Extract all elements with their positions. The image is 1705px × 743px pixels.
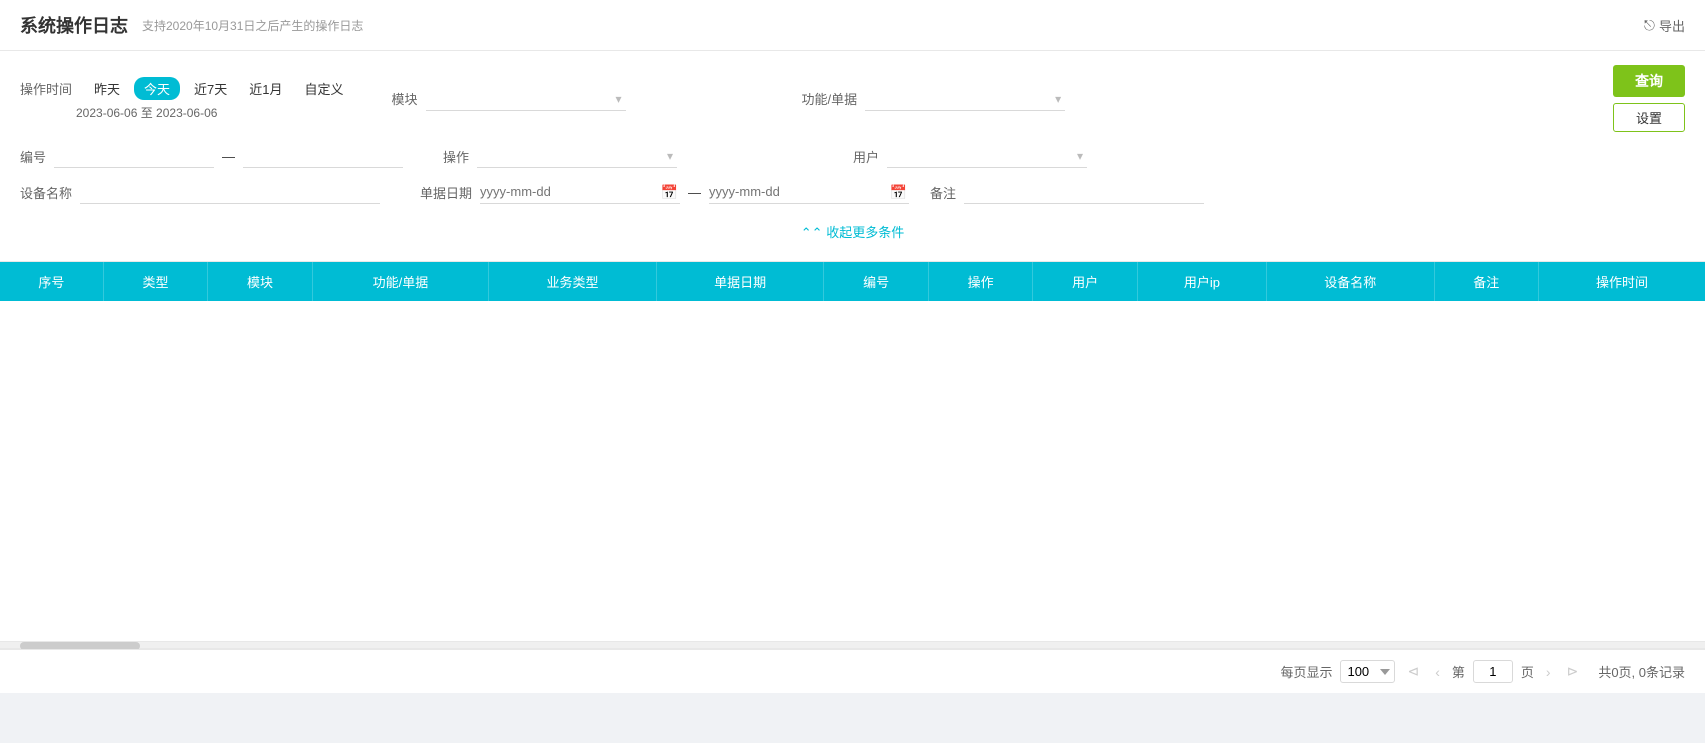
filter-device: 设备名称 bbox=[20, 180, 380, 204]
data-table: 序号 类型 模块 功能/单据 业务类型 单据日期 编号 操作 用户 用户ip 设… bbox=[0, 262, 1705, 301]
page-num-label: 第 bbox=[1452, 662, 1465, 681]
col-doc-date: 单据日期 bbox=[656, 262, 824, 301]
horizontal-scrollbar[interactable] bbox=[0, 641, 1705, 649]
function-label: 功能/单据 bbox=[802, 89, 858, 108]
function-select-wrap: ▾ bbox=[865, 87, 1065, 111]
operation-label: 操作 bbox=[443, 147, 469, 166]
table-header-row: 序号 类型 模块 功能/单据 业务类型 单据日期 编号 操作 用户 用户ip 设… bbox=[0, 262, 1705, 301]
filter-remark: 备注 bbox=[930, 180, 1310, 204]
operation-select[interactable] bbox=[477, 144, 677, 168]
query-button[interactable]: 查询 bbox=[1613, 65, 1685, 97]
table-container: 序号 类型 模块 功能/单据 业务类型 单据日期 编号 操作 用户 用户ip 设… bbox=[0, 262, 1705, 641]
filter-operation: 操作 ▾ bbox=[443, 144, 823, 168]
date-to-wrap: 📅 bbox=[709, 180, 909, 204]
action-buttons: 查询 设置 bbox=[1613, 65, 1685, 132]
col-device: 设备名称 bbox=[1266, 262, 1434, 301]
pagination-bar: 每页显示 100 10 20 50 200 ⊲ ‹ 第 页 › ⊳ 共0页, 0… bbox=[0, 649, 1705, 693]
export-icon: ⎋ bbox=[1644, 17, 1655, 34]
device-input[interactable] bbox=[80, 180, 380, 204]
operation-select-wrap: ▾ bbox=[477, 144, 677, 168]
collapse-button[interactable]: ⌃⌃ 收起更多条件 bbox=[801, 222, 904, 241]
per-page-select[interactable]: 100 10 20 50 200 bbox=[1340, 660, 1395, 683]
page-number-input[interactable] bbox=[1473, 660, 1513, 683]
settings-button[interactable]: 设置 bbox=[1613, 103, 1685, 132]
col-function: 功能/单据 bbox=[312, 262, 488, 301]
col-user-ip: 用户ip bbox=[1137, 262, 1266, 301]
filter-module: 模块 ▾ bbox=[392, 87, 772, 111]
filter-number: 编号 — bbox=[20, 144, 403, 168]
doc-date-label: 单据日期 bbox=[420, 183, 472, 202]
filter-row-2: 编号 — 操作 ▾ 用户 ▾ bbox=[20, 144, 1685, 168]
number-label: 编号 bbox=[20, 147, 46, 166]
filter-row-3: 设备名称 单据日期 📅 — 📅 备注 bbox=[20, 180, 1685, 204]
filter-function: 功能/单据 ▾ bbox=[802, 87, 1182, 111]
date-from-input[interactable] bbox=[480, 180, 680, 204]
time-btn-today[interactable]: 今天 bbox=[134, 77, 180, 100]
device-label: 设备名称 bbox=[20, 183, 72, 202]
col-type: 类型 bbox=[103, 262, 207, 301]
collapse-label: 收起更多条件 bbox=[826, 225, 904, 240]
module-select-wrap: ▾ bbox=[426, 87, 626, 111]
next-page-button[interactable]: › bbox=[1542, 662, 1555, 682]
first-page-button[interactable]: ⊲ bbox=[1403, 661, 1423, 682]
time-btn-custom[interactable]: 自定义 bbox=[297, 77, 352, 100]
time-range: 2023-06-06 至 2023-06-06 bbox=[76, 104, 217, 121]
time-btn-7days[interactable]: 近7天 bbox=[186, 77, 235, 100]
prev-page-button[interactable]: ‹ bbox=[1431, 662, 1444, 682]
page-subtitle: 支持2020年10月31日之后产生的操作日志 bbox=[142, 17, 363, 34]
per-page-label: 每页显示 bbox=[1280, 662, 1332, 681]
date-to-input[interactable] bbox=[709, 180, 909, 204]
page-suffix: 页 bbox=[1521, 662, 1534, 681]
col-op-time: 操作时间 bbox=[1539, 262, 1705, 301]
collapse-bar: ⌃⌃ 收起更多条件 bbox=[20, 216, 1685, 251]
function-select[interactable] bbox=[865, 87, 1065, 111]
export-button[interactable]: ⎋ 导出 bbox=[1644, 16, 1685, 35]
date-from-wrap: 📅 bbox=[480, 180, 680, 204]
remark-input[interactable] bbox=[964, 180, 1204, 204]
col-seq: 序号 bbox=[0, 262, 103, 301]
collapse-up-icon: ⌃⌃ bbox=[801, 225, 826, 240]
date-sep: — bbox=[688, 185, 701, 200]
table-header: 序号 类型 模块 功能/单据 业务类型 单据日期 编号 操作 用户 用户ip 设… bbox=[0, 262, 1705, 301]
filter-user: 用户 ▾ bbox=[853, 144, 1233, 168]
user-select-wrap: ▾ bbox=[887, 144, 1087, 168]
total-label: 共0页, 0条记录 bbox=[1598, 662, 1685, 681]
time-label: 操作时间 bbox=[20, 79, 72, 98]
user-label: 用户 bbox=[853, 147, 879, 166]
page-title: 系统操作日志 bbox=[20, 12, 128, 38]
last-page-button[interactable]: ⊳ bbox=[1563, 661, 1583, 682]
filter-row-1: 操作时间 昨天 今天 近7天 近1月 自定义 2023-06-06 至 2023… bbox=[20, 65, 1685, 132]
time-btn-yesterday[interactable]: 昨天 bbox=[86, 77, 128, 100]
number-from-input[interactable] bbox=[54, 144, 214, 168]
module-label: 模块 bbox=[392, 89, 418, 108]
page-header: 系统操作日志 支持2020年10月31日之后产生的操作日志 ⎋ 导出 bbox=[0, 0, 1705, 51]
time-btn-1month[interactable]: 近1月 bbox=[241, 77, 290, 100]
export-label: 导出 bbox=[1659, 16, 1685, 35]
user-select[interactable] bbox=[887, 144, 1087, 168]
number-sep: — bbox=[222, 149, 235, 164]
filter-doc-date: 单据日期 📅 — 📅 bbox=[420, 180, 900, 204]
empty-area bbox=[0, 301, 1705, 641]
col-number: 编号 bbox=[824, 262, 928, 301]
module-select[interactable] bbox=[426, 87, 626, 111]
remark-label: 备注 bbox=[930, 183, 956, 202]
title-group: 系统操作日志 支持2020年10月31日之后产生的操作日志 bbox=[20, 12, 363, 38]
col-remark: 备注 bbox=[1434, 262, 1538, 301]
col-module: 模块 bbox=[208, 262, 312, 301]
filter-panel: 操作时间 昨天 今天 近7天 近1月 自定义 2023-06-06 至 2023… bbox=[0, 51, 1705, 262]
col-user: 用户 bbox=[1033, 262, 1137, 301]
time-buttons: 昨天 今天 近7天 近1月 自定义 bbox=[86, 77, 352, 100]
col-biz-type: 业务类型 bbox=[489, 262, 657, 301]
col-operation: 操作 bbox=[928, 262, 1032, 301]
number-to-input[interactable] bbox=[243, 144, 403, 168]
filter-time: 操作时间 昨天 今天 近7天 近1月 自定义 2023-06-06 至 2023… bbox=[20, 77, 352, 121]
